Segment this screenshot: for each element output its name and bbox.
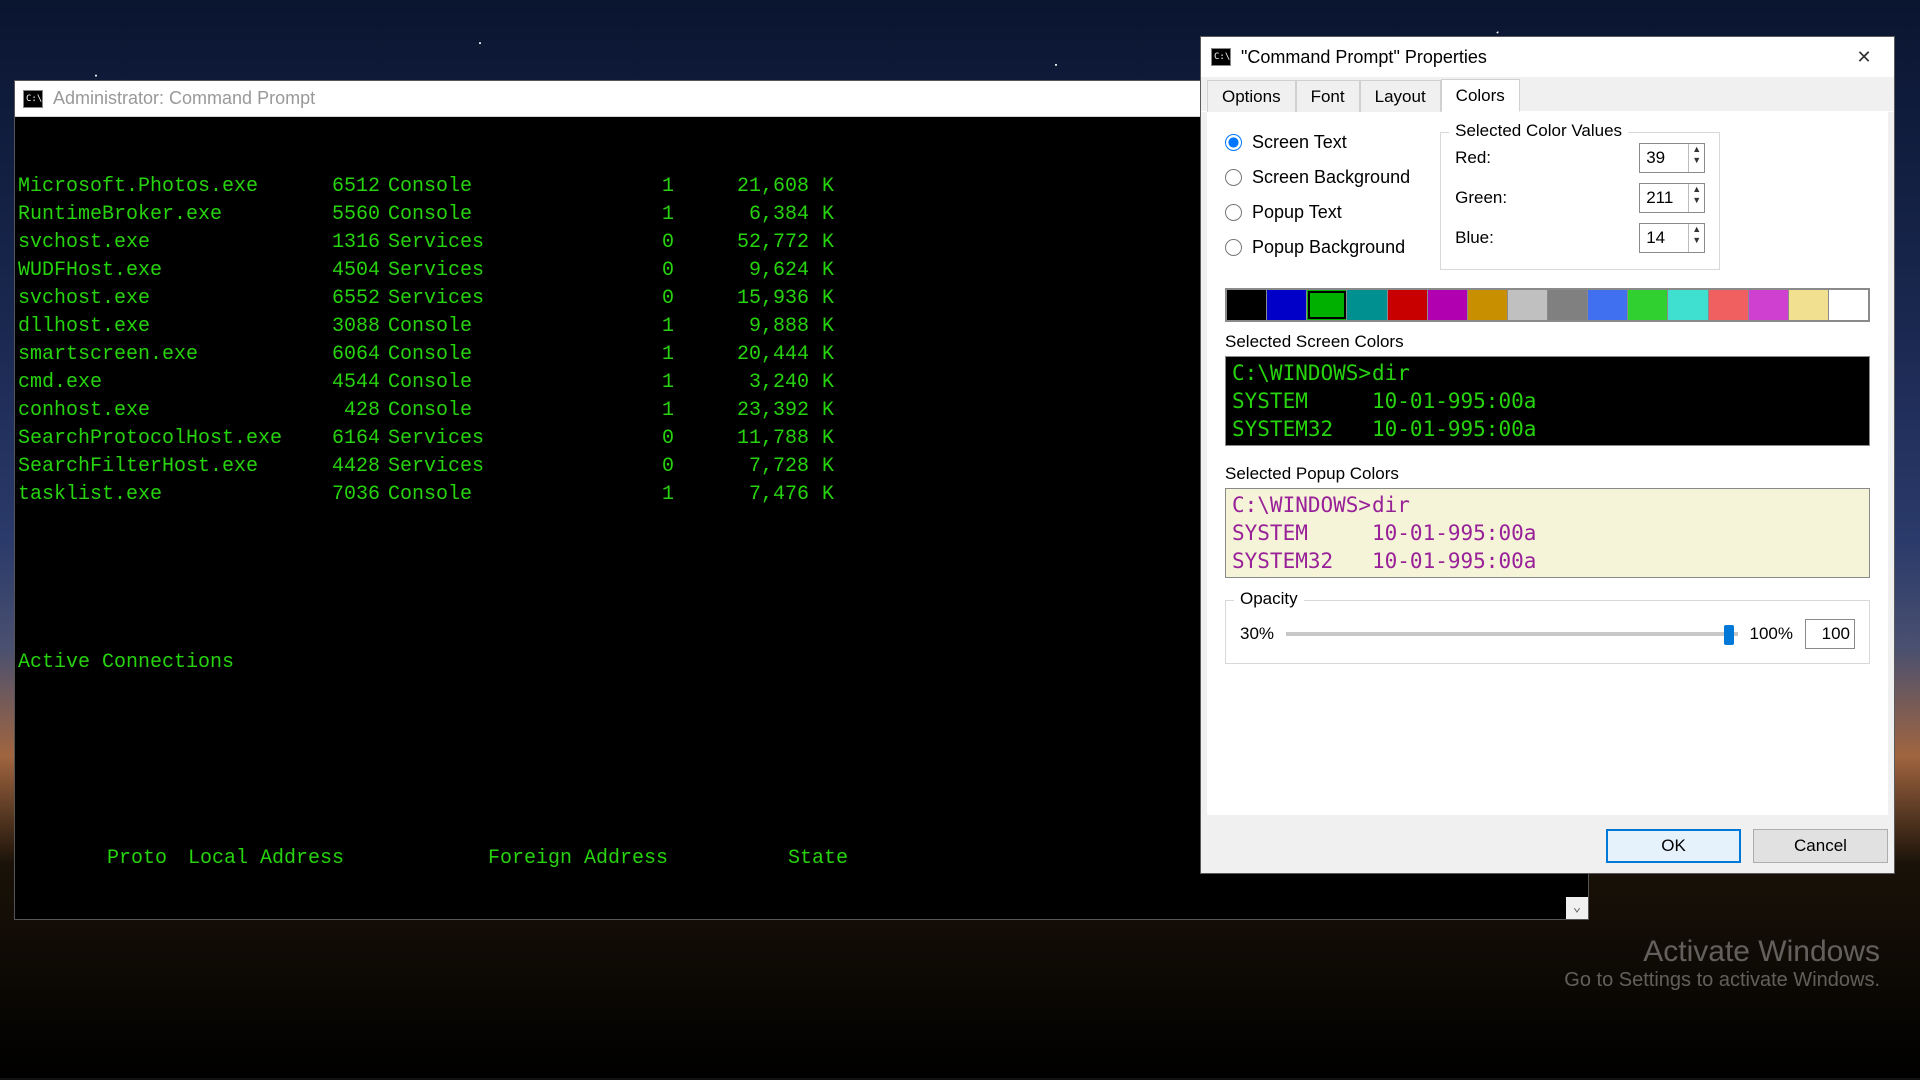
opacity-max-label: 100% [1750,624,1793,644]
dialog-title: "Command Prompt" Properties [1241,47,1834,68]
color-swatch[interactable] [1428,290,1468,320]
color-swatch[interactable] [1588,290,1628,320]
color-swatch[interactable] [1227,290,1267,320]
opacity-input[interactable] [1805,619,1855,649]
radio-popup-background[interactable]: Popup Background [1225,237,1410,258]
dialog-footer: OK Cancel [1201,821,1894,873]
color-swatch[interactable] [1829,290,1868,320]
dialog-body: Screen Text Screen Background Popup Text… [1207,112,1888,815]
color-target-radios: Screen Text Screen Background Popup Text… [1225,132,1410,270]
opacity-slider[interactable] [1286,632,1737,636]
spin-down-icon[interactable]: ▼ [1689,235,1704,246]
activate-windows-watermark: Activate Windows Go to Settings to activ… [1564,935,1880,992]
radio-popup-text[interactable]: Popup Text [1225,202,1410,223]
scroll-down-button[interactable]: ⌄ [1566,897,1588,919]
color-swatch[interactable] [1548,290,1588,320]
blue-spinner[interactable]: ▲▼ [1639,223,1705,253]
blue-input[interactable] [1640,224,1688,252]
color-swatch[interactable] [1628,290,1668,320]
ok-button[interactable]: OK [1606,829,1741,863]
tab-colors[interactable]: Colors [1441,79,1520,112]
color-swatch[interactable] [1789,290,1829,320]
color-swatch[interactable] [1668,290,1708,320]
spin-up-icon[interactable]: ▲ [1689,184,1704,195]
console-title: Administrator: Command Prompt [53,88,315,109]
green-spinner[interactable]: ▲▼ [1639,183,1705,213]
color-swatch[interactable] [1468,290,1508,320]
spin-up-icon[interactable]: ▲ [1689,224,1704,235]
opacity-section: Opacity 30% 100% [1225,600,1870,664]
screen-preview-label: Selected Screen Colors [1225,332,1870,352]
cancel-button[interactable]: Cancel [1753,829,1888,863]
color-swatch[interactable] [1709,290,1749,320]
popup-colors-preview: C:\WINDOWS>dirSYSTEM10-01-995:00aSYSTEM3… [1225,488,1870,578]
dialog-tabs: Options Font Layout Colors [1201,77,1894,112]
red-label: Red: [1455,148,1491,168]
color-swatch[interactable] [1388,290,1428,320]
close-icon[interactable]: ✕ [1844,47,1884,68]
blue-label: Blue: [1455,228,1494,248]
radio-screen-text[interactable]: Screen Text [1225,132,1410,153]
dialog-titlebar[interactable]: C:\ "Command Prompt" Properties ✕ [1201,37,1894,77]
color-swatch[interactable] [1347,290,1387,320]
color-swatch[interactable] [1749,290,1789,320]
spin-down-icon[interactable]: ▼ [1689,195,1704,206]
red-input[interactable] [1640,144,1688,172]
tab-options[interactable]: Options [1207,80,1296,112]
color-swatch[interactable] [1307,290,1347,320]
green-label: Green: [1455,188,1507,208]
popup-preview-label: Selected Popup Colors [1225,464,1870,484]
screen-colors-preview: C:\WINDOWS>dirSYSTEM10-01-995:00aSYSTEM3… [1225,356,1870,446]
cmd-icon: C:\ [1211,48,1231,66]
spin-down-icon[interactable]: ▼ [1689,155,1704,166]
radio-screen-background[interactable]: Screen Background [1225,167,1410,188]
red-spinner[interactable]: ▲▼ [1639,143,1705,173]
tab-layout[interactable]: Layout [1360,80,1441,112]
selected-color-values: Selected Color Values Red: ▲▼ Green: ▲▼ … [1440,132,1720,270]
color-palette [1225,288,1870,322]
green-input[interactable] [1640,184,1688,212]
properties-dialog: C:\ "Command Prompt" Properties ✕ Option… [1200,36,1895,874]
opacity-slider-thumb[interactable] [1724,625,1734,645]
cmd-icon: C:\ [23,90,43,108]
opacity-min-label: 30% [1240,624,1274,644]
tab-font[interactable]: Font [1296,80,1360,112]
spin-up-icon[interactable]: ▲ [1689,144,1704,155]
color-swatch[interactable] [1508,290,1548,320]
color-swatch[interactable] [1267,290,1307,320]
